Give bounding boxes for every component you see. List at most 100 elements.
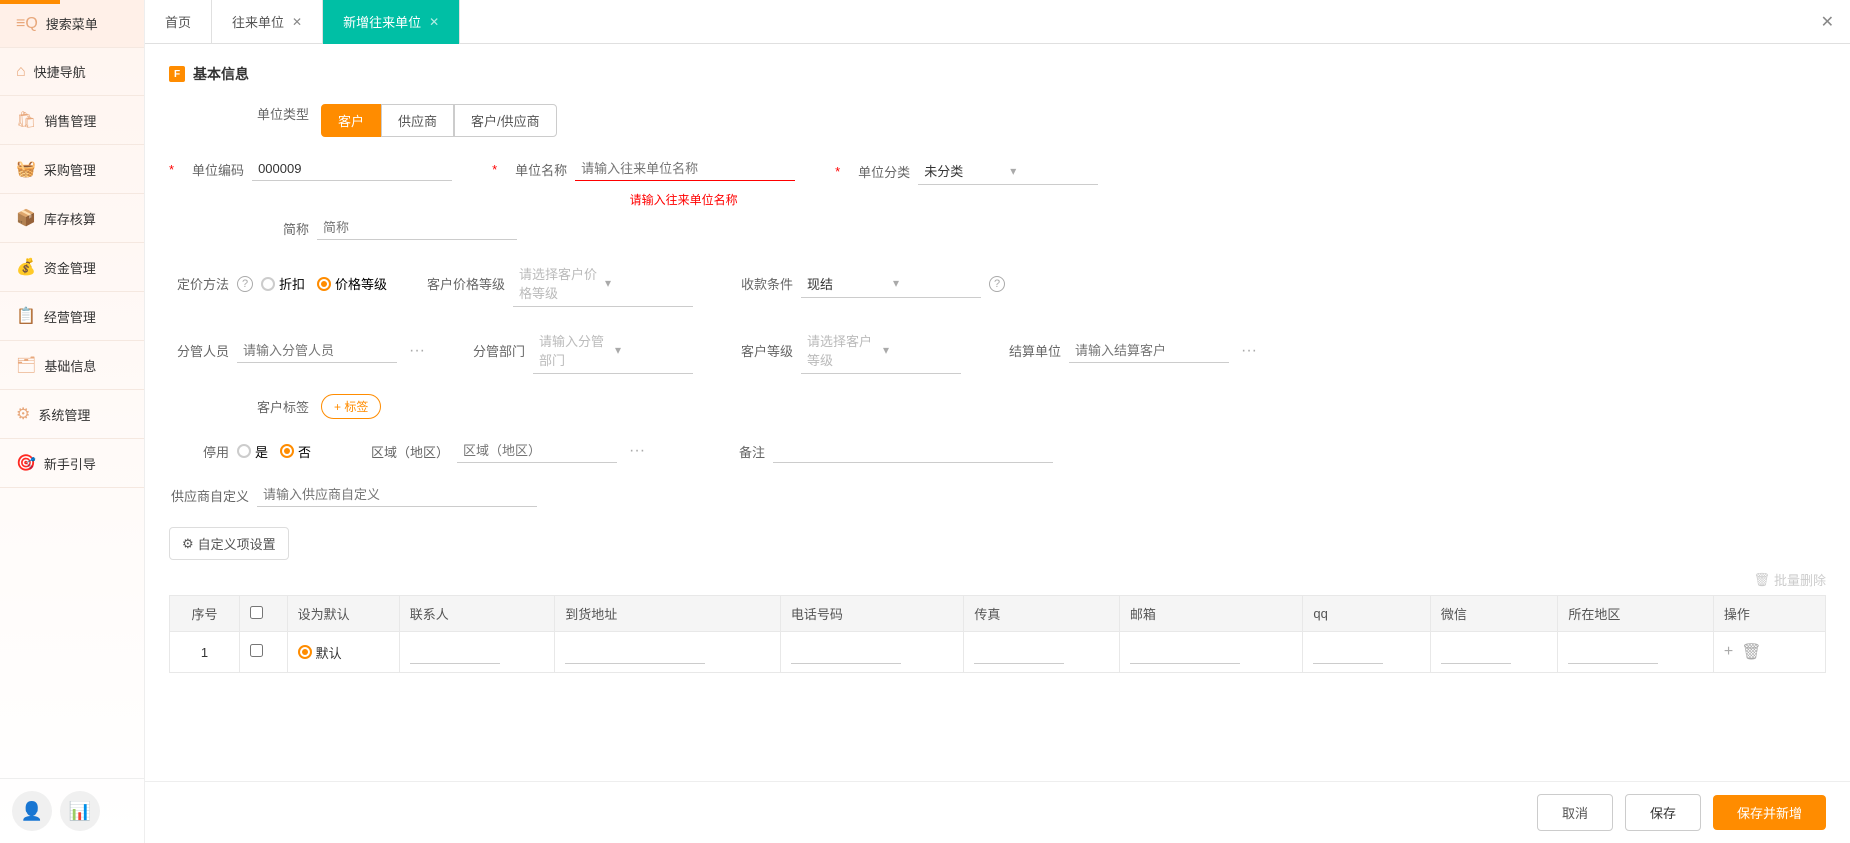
unit-type-supplier[interactable]: 供应商: [381, 104, 454, 137]
tab-new-contact-close[interactable]: ✕: [429, 15, 439, 29]
unit-type-customer[interactable]: 客户: [321, 104, 381, 137]
payment-terms-field: 收款条件 现结 ▾ ?: [733, 270, 1005, 298]
settlement-input[interactable]: [1069, 339, 1229, 363]
row-delete-btn[interactable]: 🗑: [1741, 642, 1761, 662]
payment-help-icon[interactable]: ?: [989, 276, 1005, 292]
row-default-label: 默认: [316, 643, 342, 662]
unit-category-dropdown[interactable]: 未分类 ▾: [918, 157, 1098, 185]
unit-name-label: 单位名称: [507, 160, 567, 179]
row-default-radio[interactable]: 默认: [298, 643, 389, 662]
sidebar-item-quicknav[interactable]: ⌂ 快捷导航: [0, 48, 144, 96]
row-add-btn[interactable]: +: [1724, 643, 1733, 661]
row-contact-input[interactable]: [410, 640, 500, 664]
sidebar-user-btn[interactable]: 👤: [12, 791, 52, 831]
sales-icon: 🛍: [16, 110, 36, 130]
chevron-price-icon: ▾: [605, 276, 687, 290]
chevron-payment-icon: ▾: [893, 276, 975, 290]
sidebar-label-sales: 销售管理: [44, 111, 96, 130]
purchase-icon: 🧺: [16, 159, 36, 179]
row-select-checkbox[interactable]: [250, 644, 263, 657]
code-name-category-row: * 单位编码 * 单位名称 请输入往来单位名称 * 单位分类 未分类 ▾: [169, 157, 1826, 208]
sidebar-label-operations: 经营管理: [44, 307, 96, 326]
department-dropdown[interactable]: 请输入分管部门 ▾: [533, 327, 693, 374]
customer-level-field: 客户等级 请选择客户等级 ▾: [733, 327, 961, 374]
radio-disabled-yes[interactable]: 是: [237, 442, 268, 461]
batch-delete-icon: 🗑: [1753, 572, 1770, 588]
th-contact: 联系人: [399, 596, 555, 632]
manager-more-btn[interactable]: ···: [409, 342, 425, 360]
batch-delete-label[interactable]: 批量删除: [1774, 570, 1826, 589]
disabled-label: 停用: [169, 442, 229, 461]
row-contact[interactable]: [399, 632, 555, 673]
payment-terms-dropdown[interactable]: 现结 ▾: [801, 270, 981, 298]
region-input[interactable]: [457, 439, 617, 463]
tab-contacts-close[interactable]: ✕: [292, 15, 302, 29]
row-phone-input[interactable]: [791, 640, 901, 664]
row-fax-input[interactable]: [974, 640, 1064, 664]
row-email[interactable]: [1119, 632, 1303, 673]
tag-add-btn[interactable]: + 标签: [321, 394, 381, 419]
unit-code-input[interactable]: [252, 157, 452, 181]
save-new-button[interactable]: 保存并新增: [1713, 795, 1826, 830]
tab-home[interactable]: 首页: [145, 0, 212, 44]
sidebar-item-operations[interactable]: 📋 经营管理: [0, 292, 144, 341]
tab-new-contact[interactable]: 新增往来单位 ✕: [323, 0, 460, 44]
row-default-radio-circle: [298, 645, 312, 659]
select-all-checkbox[interactable]: [250, 606, 263, 619]
table-row: 1 默认: [170, 632, 1826, 673]
customer-level-dropdown[interactable]: 请选择客户等级 ▾: [801, 327, 961, 374]
remark-input[interactable]: [773, 439, 1053, 463]
radio-disabled-no[interactable]: 否: [280, 442, 311, 461]
sidebar-item-purchase[interactable]: 🧺 采购管理: [0, 145, 144, 194]
row-default: 默认: [287, 632, 399, 673]
sidebar-item-newbie[interactable]: 🎯 新手引导: [0, 439, 144, 488]
operations-icon: 📋: [16, 306, 36, 326]
row-wechat-input[interactable]: [1441, 640, 1511, 664]
batch-delete-area: 🗑 批量删除: [169, 570, 1826, 589]
sidebar-item-inventory[interactable]: 📦 库存核算: [0, 194, 144, 243]
unit-category-field: * 单位分类 未分类 ▾: [835, 157, 1098, 185]
sidebar-item-basic[interactable]: 🗂 基础信息: [0, 341, 144, 390]
row-region-input[interactable]: [1568, 640, 1658, 664]
unit-type-both[interactable]: 客户/供应商: [454, 104, 557, 137]
unit-category-label: 单位分类: [850, 162, 910, 181]
radio-yes-label: 是: [255, 442, 268, 461]
supplier-custom-input[interactable]: [257, 483, 537, 507]
customer-price-level-placeholder: 请选择客户价格等级: [519, 264, 601, 302]
department-label: 分管部门: [465, 341, 525, 360]
sidebar-item-sales[interactable]: 🛍 销售管理: [0, 96, 144, 145]
settlement-more-btn[interactable]: ···: [1241, 342, 1257, 360]
row-email-input[interactable]: [1130, 640, 1240, 664]
unit-name-input[interactable]: [575, 157, 795, 181]
sidebar-label-newbie: 新手引导: [44, 454, 96, 473]
row-address[interactable]: [555, 632, 781, 673]
row-phone[interactable]: [780, 632, 964, 673]
row-qq-input[interactable]: [1313, 640, 1383, 664]
row-wechat[interactable]: [1430, 632, 1557, 673]
radio-no-circle: [280, 444, 294, 458]
customer-price-level-dropdown[interactable]: 请选择客户价格等级 ▾: [513, 260, 693, 307]
region-more-btn[interactable]: ···: [629, 442, 645, 460]
radio-price-level[interactable]: 价格等级: [317, 274, 387, 293]
row-fax[interactable]: [964, 632, 1120, 673]
row-qq[interactable]: [1303, 632, 1430, 673]
sidebar-item-finance[interactable]: 💰 资金管理: [0, 243, 144, 292]
cancel-button[interactable]: 取消: [1537, 794, 1613, 831]
tab-new-contact-label: 新增往来单位: [343, 12, 421, 31]
custom-settings-btn[interactable]: ⚙ 自定义项设置: [169, 527, 289, 560]
tab-bar: 首页 往来单位 ✕ 新增往来单位 ✕ ✕: [145, 0, 1850, 44]
pricing-help-icon[interactable]: ?: [237, 276, 253, 292]
tab-contacts[interactable]: 往来单位 ✕: [212, 0, 323, 44]
sidebar-settings-btn[interactable]: 📊: [60, 791, 100, 831]
row-region[interactable]: [1558, 632, 1714, 673]
sidebar-item-search[interactable]: ≡Q 搜索菜单: [0, 0, 144, 48]
row-address-input[interactable]: [565, 640, 705, 664]
abbr-input[interactable]: [317, 216, 517, 240]
customer-tag-label: 客户标签: [249, 397, 309, 416]
th-wechat: 微信: [1430, 596, 1557, 632]
sidebar-item-system[interactable]: ⚙ 系统管理: [0, 390, 144, 439]
save-button[interactable]: 保存: [1625, 794, 1701, 831]
close-all-tabs[interactable]: ✕: [1821, 12, 1834, 32]
radio-discount[interactable]: 折扣: [261, 274, 305, 293]
manager-input[interactable]: [237, 339, 397, 363]
